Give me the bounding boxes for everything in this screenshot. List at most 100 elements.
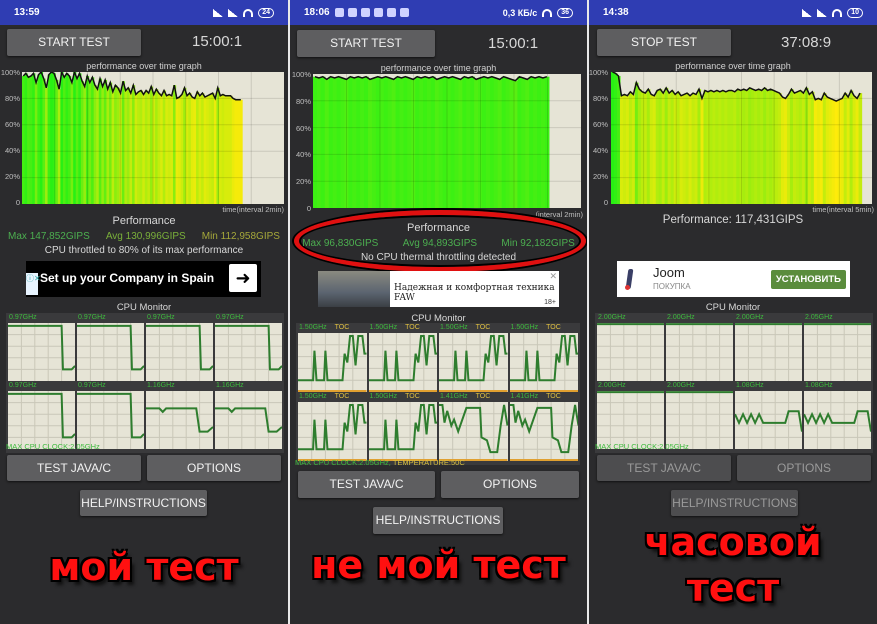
graph-bar	[525, 79, 530, 208]
performance-graph	[611, 72, 872, 204]
toc-label: TOC	[475, 393, 491, 400]
graph-bar	[482, 76, 487, 208]
y-tick: 60%	[4, 120, 20, 129]
graph-bar	[497, 79, 503, 208]
status-time: 13:59	[14, 7, 40, 18]
graph-bar	[360, 78, 365, 208]
ad-banner[interactable]: Joom ПОКУПКА УСТАНОВИТЬ	[617, 261, 850, 297]
timer: 37:08:9	[781, 34, 832, 51]
graph-bar	[336, 76, 342, 208]
screen-hour-test: 14:38 10 STOP TEST 37:08:9 performance o…	[589, 0, 877, 624]
test-java-c-button[interactable]: TEST JAVA/C	[7, 455, 141, 481]
graph-bar	[352, 78, 357, 208]
y-tick: 40%	[295, 150, 311, 159]
cpu-core-freq: 2.05GHz	[805, 314, 833, 321]
status-time: 18:06	[304, 7, 330, 18]
cpu-core-freq: 1.08GHz	[805, 382, 833, 389]
cpu-freq-line	[77, 392, 144, 439]
graph-bar	[462, 76, 467, 208]
ad-banner[interactable]: ⓘ✕ Set up your Company in Spain ➜	[26, 261, 261, 297]
cpu-freq-line	[368, 334, 437, 382]
graph-bar	[371, 78, 377, 208]
cpu-core-freq: 1.50GHz TOC	[369, 324, 420, 331]
graph-bar	[537, 76, 542, 208]
graph-bar	[540, 78, 546, 208]
performance-stats: Max 147,852GIPS Avg 130,996GIPS Min 112,…	[0, 231, 288, 242]
cpu-core-graph: 0.97GHz	[146, 314, 213, 381]
start-test-button[interactable]: START TEST	[7, 29, 141, 56]
graph-bar	[340, 78, 346, 208]
perf-min: Min 112,958GIPS	[201, 231, 280, 242]
graph-bar	[356, 76, 361, 208]
stop-test-button[interactable]: STOP TEST	[597, 29, 731, 56]
graph-bar	[489, 76, 495, 208]
options-button[interactable]: OPTIONS	[147, 455, 281, 481]
notification-icon	[347, 8, 357, 17]
cpu-core-freq: 1.50GHz TOC	[510, 324, 561, 331]
cpu-core-graph: 1.50GHz TOC	[368, 324, 437, 392]
y-tick: 100%	[589, 68, 608, 77]
ad-age: 18+	[544, 299, 556, 306]
start-test-button[interactable]: START TEST	[297, 30, 435, 57]
cpu-core-freq: 0.97GHz	[216, 314, 244, 321]
y-tick: 100%	[0, 68, 20, 77]
network-speed: 0,3 КБ/с	[502, 7, 538, 18]
graph-bar	[533, 78, 538, 208]
graph-bar	[328, 76, 334, 208]
cpu-freq-line	[439, 334, 508, 382]
cpu-freq-line	[8, 324, 75, 371]
cpu-core-freq: 2.00GHz	[667, 314, 695, 321]
cpu-core-freq: 1.50GHz TOC	[299, 324, 350, 331]
ad-banner[interactable]: Надежная и комфортная техника FAW 18+ ✕	[318, 271, 559, 307]
x-axis-label: time(interval 5min)	[812, 205, 874, 214]
throttle-note: CPU throttled to 80% of its max performa…	[44, 245, 244, 256]
performance-value: Performance: 117,431GIPS	[662, 214, 804, 226]
graph-bar	[399, 78, 405, 208]
ad-close-icon[interactable]: ✕	[549, 271, 557, 282]
ad-info-icon[interactable]: ⓘ✕	[26, 273, 41, 295]
screen-my-test: 13:59 24 START TEST 15:00:1 performance …	[0, 0, 288, 624]
options-button[interactable]: OPTIONS	[737, 455, 871, 481]
graph-bar	[415, 76, 420, 208]
max-cpu-clock-value: MAX CPU CLOCK:2.05GHz,	[295, 458, 391, 467]
cpu-core-freq: 0.97GHz	[78, 314, 106, 321]
graph-bar	[324, 79, 330, 208]
help-instructions-button[interactable]: HELP/INSTRUCTIONS	[671, 490, 798, 516]
graph-bar	[320, 76, 326, 208]
cpu-core-graph: 2.00GHz	[666, 314, 733, 381]
y-tick: 0	[306, 204, 311, 213]
cpu-freq-line	[215, 407, 282, 433]
cpu-core-graph: 1.50GHz TOC	[298, 393, 367, 461]
help-instructions-button[interactable]: HELP/INSTRUCTIONS	[373, 507, 503, 534]
caption-text: не мой тест	[311, 543, 566, 587]
cpu-core-graph: 0.97GHz	[8, 382, 75, 449]
signal-icon	[802, 8, 813, 17]
cpu-freq-line	[77, 324, 144, 371]
test-java-c-button[interactable]: TEST JAVA/C	[298, 471, 435, 498]
ad-arrow-icon[interactable]: ➜	[229, 264, 257, 292]
notification-icons	[334, 8, 409, 17]
install-button[interactable]: УСТАНОВИТЬ	[770, 270, 846, 289]
graph-bar	[509, 79, 515, 208]
y-tick: 20%	[592, 172, 608, 181]
test-java-c-button[interactable]: TEST JAVA/C	[597, 455, 731, 481]
graph-bar	[450, 76, 456, 208]
graph-bar	[313, 76, 318, 208]
ad-text: Надежная и комфортная техника FAW	[394, 283, 555, 303]
battery-icon: 36	[557, 7, 573, 18]
cpu-freq-line	[146, 407, 213, 433]
graph-bar	[239, 99, 243, 204]
cpu-core-graph: 1.50GHz TOC	[298, 324, 367, 392]
cpu-core-freq: 1.16GHz	[216, 382, 244, 389]
notification-icon	[399, 8, 409, 17]
options-button[interactable]: OPTIONS	[441, 471, 579, 498]
graph-bar	[458, 79, 463, 208]
cpu-monitor-title: CPU Monitor	[116, 302, 172, 313]
cpu-core-freq: 0.97GHz	[78, 382, 106, 389]
graph-title: performance over time graph	[380, 63, 497, 73]
cpu-core-graph: 1.08GHz	[735, 382, 802, 449]
cpu-core-freq: 1.41GHz TOC	[510, 393, 561, 400]
perf-avg: Avg 94,893GIPS	[402, 238, 478, 249]
help-instructions-button[interactable]: HELP/INSTRUCTIONS	[80, 490, 207, 516]
throttle-note: No CPU thermal throttling detected	[360, 252, 517, 263]
